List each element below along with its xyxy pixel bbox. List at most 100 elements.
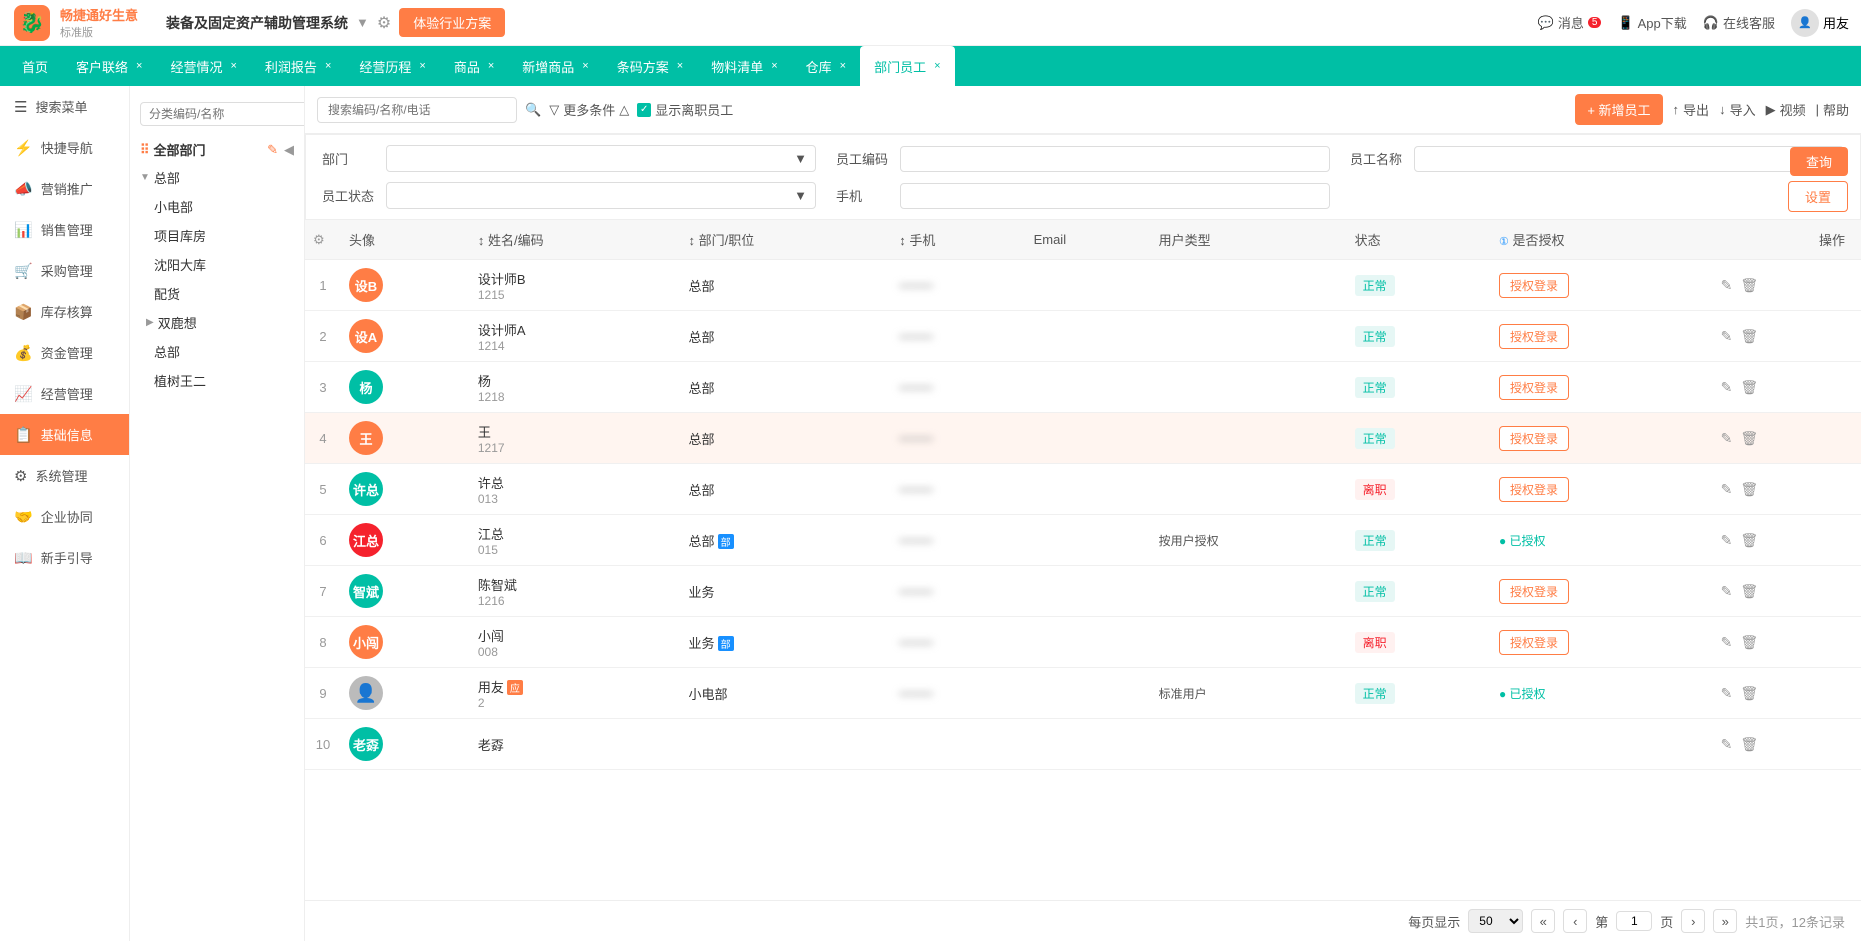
- filter-phone-input[interactable]: [900, 183, 1330, 209]
- auth-login-btn[interactable]: 授权登录: [1499, 630, 1569, 655]
- nav-tab-operation[interactable]: 经营情况 ×: [156, 46, 250, 86]
- import-btn[interactable]: ↓ 导入: [1719, 100, 1756, 119]
- filter-more-btn[interactable]: ▽ 更多条件 △: [549, 100, 629, 119]
- sidebar-item-marketing[interactable]: 📣 营销推广: [0, 168, 129, 209]
- filter-dept-select[interactable]: ▼: [386, 145, 816, 172]
- dept-item-zongbu2[interactable]: 总部: [130, 337, 304, 366]
- settings-icon[interactable]: ⚙: [377, 13, 391, 33]
- dept-item-peihuo[interactable]: 配货: [130, 279, 304, 308]
- next-page-btn[interactable]: ›: [1681, 909, 1705, 933]
- close-icon[interactable]: ×: [582, 60, 588, 72]
- nav-tab-goods[interactable]: 商品 ×: [440, 46, 508, 86]
- export-btn[interactable]: ↑ 导出: [1673, 100, 1710, 119]
- first-page-btn[interactable]: «: [1531, 909, 1555, 933]
- edit-icon[interactable]: ✎: [1721, 379, 1733, 396]
- view-btn[interactable]: ▶ 视频: [1766, 100, 1806, 119]
- dept-all-label[interactable]: 全部部门: [154, 140, 206, 159]
- dept-collapse-icon[interactable]: ◀: [284, 142, 294, 158]
- edit-icon[interactable]: ✎: [1721, 277, 1733, 294]
- prev-page-btn[interactable]: ‹: [1563, 909, 1587, 933]
- delete-icon[interactable]: 🗑: [1740, 430, 1758, 447]
- close-icon[interactable]: ×: [230, 60, 236, 72]
- query-btn[interactable]: 查询: [1790, 147, 1848, 176]
- edit-icon[interactable]: ✎: [1721, 532, 1733, 549]
- sidebar-item-management[interactable]: 📈 经营管理: [0, 373, 129, 414]
- dept-item-xiaodibu[interactable]: 小电部: [130, 192, 304, 221]
- sidebar-item-basics[interactable]: 📋 基础信息: [0, 414, 129, 455]
- dept-group-zongbu[interactable]: ▼ 总部: [130, 163, 304, 192]
- auth-login-btn[interactable]: 授权登录: [1499, 273, 1569, 298]
- sidebar-item-finance[interactable]: 💰 资金管理: [0, 332, 129, 373]
- add-employee-btn[interactable]: + 新增员工: [1575, 94, 1662, 125]
- search-input[interactable]: [317, 97, 517, 123]
- col-settings[interactable]: ⚙: [305, 220, 341, 260]
- filter-name-input[interactable]: [1414, 146, 1844, 172]
- filter-code-input[interactable]: [900, 146, 1330, 172]
- dept-edit-icon[interactable]: ✎: [267, 142, 278, 158]
- nav-tab-warehouse[interactable]: 仓库 ×: [792, 46, 860, 86]
- delete-icon[interactable]: 🗑: [1740, 277, 1758, 294]
- dropdown-arrow[interactable]: ▼: [356, 15, 369, 30]
- close-icon[interactable]: ×: [840, 60, 846, 72]
- delete-icon[interactable]: 🗑: [1740, 328, 1758, 345]
- edit-icon[interactable]: ✎: [1721, 430, 1733, 447]
- col-name[interactable]: ↕ 姓名/编码: [470, 220, 681, 260]
- close-icon[interactable]: ×: [771, 60, 777, 72]
- close-icon-active[interactable]: ×: [934, 60, 940, 72]
- sidebar-item-guide[interactable]: 📖 新手引导: [0, 537, 129, 578]
- delete-icon[interactable]: 🗑: [1740, 685, 1758, 702]
- delete-icon[interactable]: 🗑: [1740, 634, 1758, 651]
- edit-icon[interactable]: ✎: [1721, 481, 1733, 498]
- col-dept[interactable]: ↕ 部门/职位: [681, 220, 892, 260]
- help-btn[interactable]: | 帮助: [1816, 100, 1849, 119]
- online-service-btn[interactable]: 🎧 在线客服: [1703, 13, 1775, 32]
- search-icon[interactable]: 🔍: [525, 102, 541, 118]
- user-avatar[interactable]: 👤 用友: [1791, 9, 1849, 37]
- auth-login-btn[interactable]: 授权登录: [1499, 375, 1569, 400]
- dept-item-zhishu[interactable]: 植树王二: [130, 366, 304, 395]
- delete-icon[interactable]: 🗑: [1740, 736, 1758, 753]
- close-icon[interactable]: ×: [136, 60, 142, 72]
- dept-search-input[interactable]: [140, 102, 305, 126]
- show-resigned-toggle[interactable]: ✓ 显示离职员工: [637, 100, 733, 119]
- sidebar-item-inventory[interactable]: 📦 库存核算: [0, 291, 129, 332]
- filter-status-select[interactable]: ▼: [386, 182, 816, 209]
- nav-tab-barcode[interactable]: 条码方案 ×: [603, 46, 697, 86]
- message-btn[interactable]: 💬 消息 5: [1538, 13, 1602, 32]
- sidebar-item-collab[interactable]: 🤝 企业协同: [0, 496, 129, 537]
- nav-tab-history[interactable]: 经营历程 ×: [345, 46, 439, 86]
- page-input[interactable]: [1616, 911, 1652, 931]
- edit-icon[interactable]: ✎: [1721, 736, 1733, 753]
- col-phone[interactable]: ↕ 手机: [891, 220, 1025, 260]
- nav-tab-add-goods[interactable]: 新增商品 ×: [508, 46, 602, 86]
- sidebar-item-search[interactable]: ☰ 搜索菜单: [0, 86, 129, 127]
- nav-tab-bom[interactable]: 物料清单 ×: [697, 46, 791, 86]
- nav-tab-customer[interactable]: 客户联络 ×: [62, 46, 156, 86]
- close-icon[interactable]: ×: [677, 60, 683, 72]
- auth-login-btn[interactable]: 授权登录: [1499, 324, 1569, 349]
- auth-login-btn[interactable]: 授权登录: [1499, 426, 1569, 451]
- delete-icon[interactable]: 🗑: [1740, 583, 1758, 600]
- sidebar-item-quicknav[interactable]: ⚡ 快捷导航: [0, 127, 129, 168]
- close-icon[interactable]: ×: [325, 60, 331, 72]
- per-page-select[interactable]: 50 20 100: [1468, 909, 1523, 933]
- delete-icon[interactable]: 🗑: [1740, 481, 1758, 498]
- delete-icon[interactable]: 🗑: [1740, 379, 1758, 396]
- edit-icon[interactable]: ✎: [1721, 583, 1733, 600]
- nav-tab-home[interactable]: 首页: [8, 46, 62, 86]
- app-download-btn[interactable]: 📱 App下载: [1617, 13, 1686, 32]
- sidebar-item-purchase[interactable]: 🛒 采购管理: [0, 250, 129, 291]
- auth-login-btn[interactable]: 授权登录: [1499, 477, 1569, 502]
- dept-subgroup-shuangluxiang[interactable]: ▶ 双鹿想: [130, 308, 304, 337]
- sidebar-item-system[interactable]: ⚙ 系统管理: [0, 455, 129, 496]
- close-icon[interactable]: ×: [488, 60, 494, 72]
- edit-icon[interactable]: ✎: [1721, 634, 1733, 651]
- nav-tab-department[interactable]: 部门员工 ×: [860, 46, 954, 86]
- nav-tab-profit[interactable]: 利润报告 ×: [251, 46, 345, 86]
- last-page-btn[interactable]: »: [1713, 909, 1737, 933]
- sidebar-item-sales[interactable]: 📊 销售管理: [0, 209, 129, 250]
- close-icon[interactable]: ×: [419, 60, 425, 72]
- edit-icon[interactable]: ✎: [1721, 328, 1733, 345]
- edit-icon[interactable]: ✎: [1721, 685, 1733, 702]
- dept-item-xianmu[interactable]: 项目库房: [130, 221, 304, 250]
